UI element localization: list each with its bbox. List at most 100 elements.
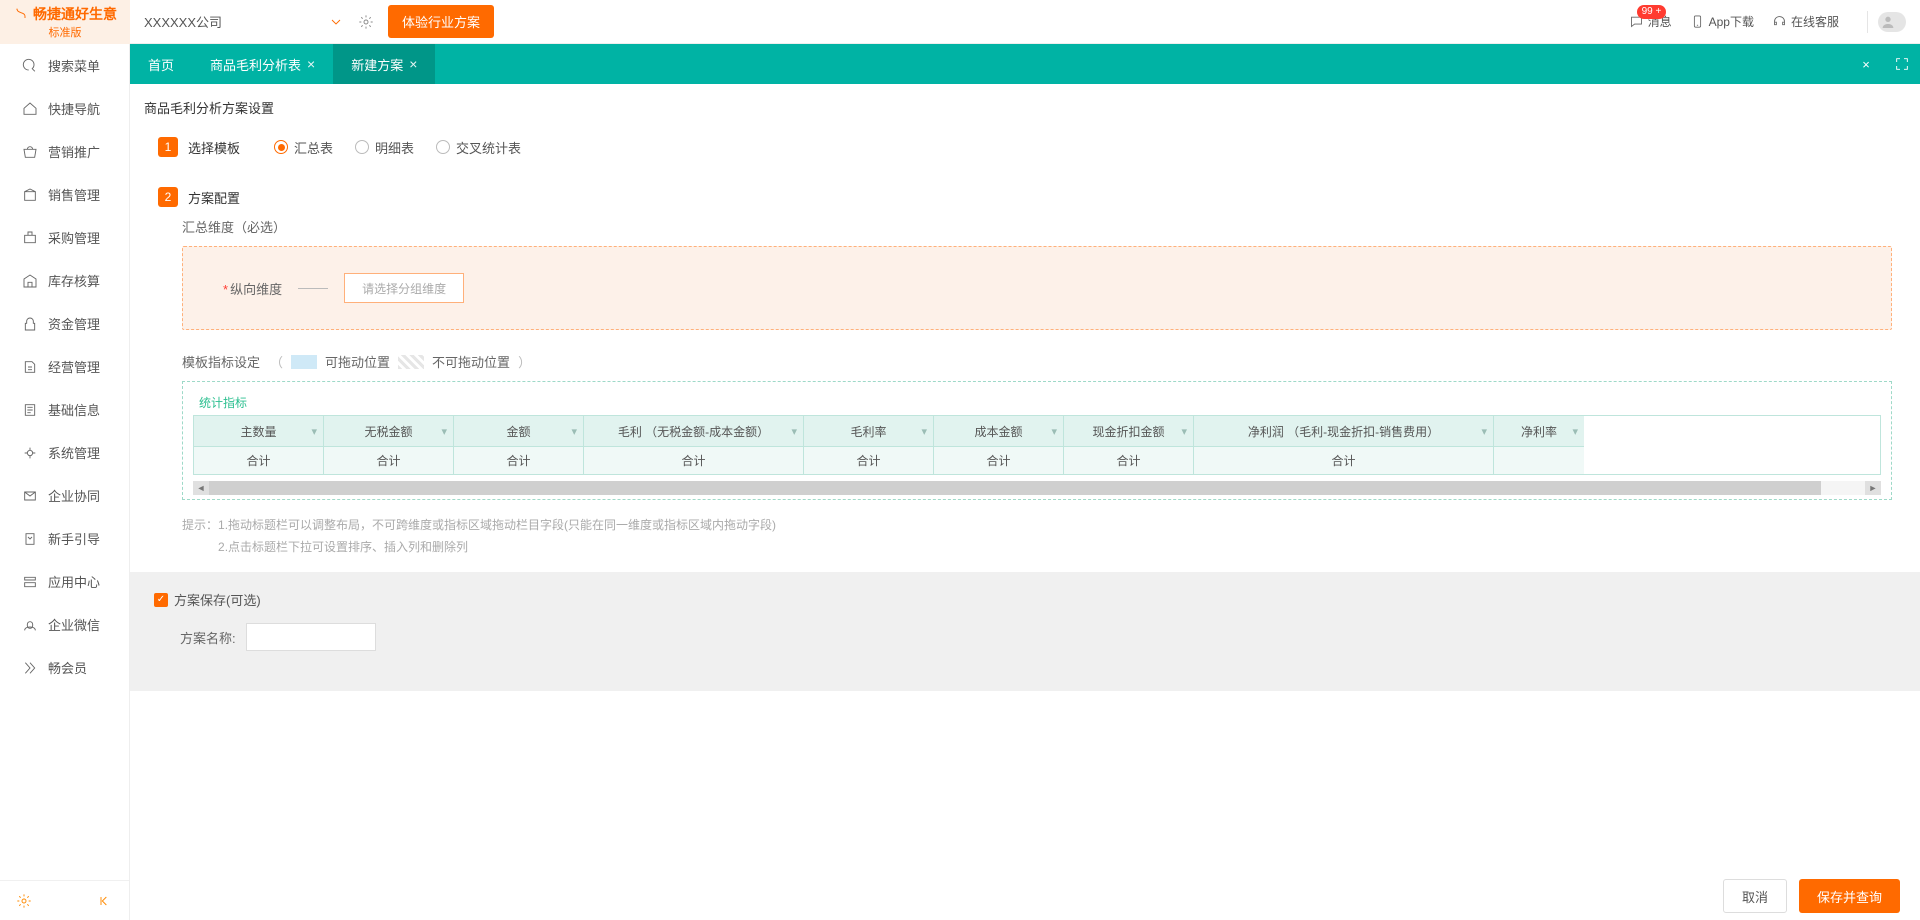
sidebar-item-label: 畅会员 (48, 658, 87, 677)
user-icon (1880, 14, 1896, 30)
sidebar-item-0[interactable]: 搜索菜单 (0, 44, 129, 87)
metric-footer-3: 合计 (584, 446, 804, 474)
template-radio-2[interactable]: 交叉统计表 (436, 138, 521, 157)
sidebar-item-7[interactable]: 经营管理 (0, 345, 129, 388)
tab-home[interactable]: 首页 (130, 44, 192, 84)
step1-number: 1 (158, 137, 178, 157)
brand-icon (13, 6, 29, 22)
settings-button[interactable] (352, 8, 380, 36)
close-icon[interactable]: × (307, 56, 315, 72)
page-body: 商品毛利分析方案设置 1 选择模板 汇总表明细表交叉统计表 2 方案配置 汇总维… (130, 84, 1920, 920)
topbar: 畅捷通好生意 标准版 XXXXXX公司 体验行业方案 99 + 消息 App下载… (0, 0, 1920, 44)
metric-footer-0: 合计 (194, 446, 324, 474)
save-plan-checkbox[interactable]: ✓ (154, 593, 168, 607)
sidebar-item-label: 系统管理 (48, 443, 100, 462)
horizontal-scrollbar[interactable]: ◄ ► (193, 481, 1881, 495)
template-radio-1[interactable]: 明细表 (355, 138, 414, 157)
sidebar-item-11[interactable]: 新手引导 (0, 517, 129, 560)
metric-header-2[interactable]: 金额▾ (454, 416, 584, 446)
metric-footer-5: 合计 (934, 446, 1064, 474)
page-title: 商品毛利分析方案设置 (130, 84, 1920, 131)
sidebar-item-label: 资金管理 (48, 314, 100, 333)
scroll-right-icon[interactable]: ► (1865, 481, 1881, 495)
vertical-dim-select[interactable]: 请选择分组维度 (344, 273, 464, 303)
sidebar-icon (22, 58, 38, 74)
sidebar-item-13[interactable]: 企业微信 (0, 603, 129, 646)
sidebar-item-2[interactable]: 营销推广 (0, 130, 129, 173)
metric-footer-1: 合计 (324, 446, 454, 474)
metric-panel: 统计指标 主数量▾无税金额▾金额▾毛利 （无税金额-成本金额）▾毛利率▾成本金额… (182, 381, 1892, 500)
metric-title: 统计指标 (193, 390, 1881, 415)
sidebar-item-4[interactable]: 采购管理 (0, 216, 129, 259)
metric-header-5[interactable]: 成本金额▾ (934, 416, 1064, 446)
metric-footer-6: 合计 (1064, 446, 1194, 474)
metric-header-6[interactable]: 现金折扣金额▾ (1064, 416, 1194, 446)
sidebar-item-14[interactable]: 畅会员 (0, 646, 129, 689)
fullscreen-button[interactable] (1884, 56, 1920, 72)
sidebar-item-label: 销售管理 (48, 185, 100, 204)
tab-new-plan[interactable]: 新建方案 × (333, 44, 435, 84)
sidebar-item-label: 快捷导航 (48, 99, 100, 118)
messages-link[interactable]: 99 + 消息 (1629, 13, 1672, 30)
metric-legend: 模板指标设定 （ 可拖动位置 不可拖动位置 ） (182, 352, 1892, 371)
sidebar-item-label: 营销推广 (48, 142, 100, 161)
plan-name-input[interactable] (246, 623, 376, 651)
brand-name: 畅捷通好生意 (33, 4, 117, 24)
metric-header-1[interactable]: 无税金额▾ (324, 416, 454, 446)
chevron-down-icon: ▾ (1572, 425, 1578, 438)
sidebar-item-5[interactable]: 库存核算 (0, 259, 129, 302)
chevron-down-icon: ▾ (921, 425, 927, 438)
sidebar-icon (22, 230, 38, 246)
scroll-thumb[interactable] (209, 481, 1821, 495)
brand-edition: 标准版 (49, 24, 82, 40)
sidebar-item-3[interactable]: 销售管理 (0, 173, 129, 216)
close-icon[interactable]: × (409, 56, 417, 72)
close-all-button[interactable]: × (1848, 57, 1884, 72)
company-name: XXXXXX公司 (144, 12, 222, 31)
online-service-link[interactable]: 在线客服 (1772, 13, 1839, 30)
sidebar-icon (22, 273, 38, 289)
radio-dot-icon (274, 140, 288, 154)
sidebar-item-1[interactable]: 快捷导航 (0, 87, 129, 130)
radio-dot-icon (436, 140, 450, 154)
metric-header-4[interactable]: 毛利率▾ (804, 416, 934, 446)
sidebar-item-10[interactable]: 企业协同 (0, 474, 129, 517)
sidebar-item-label: 经营管理 (48, 357, 100, 376)
try-plan-button[interactable]: 体验行业方案 (388, 5, 494, 38)
collapse-icon[interactable] (97, 893, 113, 909)
legend-draggable-swatch (291, 355, 317, 369)
main: 首页 商品毛利分析表 × 新建方案 × × 商品毛利分析方案设置 (130, 44, 1920, 920)
metric-header-3[interactable]: 毛利 （无税金额-成本金额）▾ (584, 416, 804, 446)
scroll-left-icon[interactable]: ◄ (193, 481, 209, 495)
metric-footer-8 (1494, 446, 1584, 474)
user-avatar[interactable] (1878, 12, 1906, 32)
metric-header-0[interactable]: 主数量▾ (194, 416, 324, 446)
step2-number: 2 (158, 187, 178, 207)
save-section: ✓ 方案保存(可选) 方案名称: (130, 572, 1920, 691)
metric-header-8[interactable]: 净利率▾ (1494, 416, 1584, 446)
chevron-down-icon: ▾ (791, 425, 797, 438)
metric-header-7[interactable]: 净利润 （毛利-现金折扣-销售费用）▾ (1194, 416, 1494, 446)
sidebar-item-6[interactable]: 资金管理 (0, 302, 129, 345)
chevron-down-icon: ▾ (1051, 425, 1057, 438)
chevron-down-icon: ▾ (1481, 425, 1487, 438)
template-radio-0[interactable]: 汇总表 (274, 138, 333, 157)
cancel-button[interactable]: 取消 (1723, 879, 1787, 913)
brand-block: 畅捷通好生意 标准版 (0, 0, 130, 44)
sidebar-icon (22, 488, 38, 504)
app-download-link[interactable]: App下载 (1690, 13, 1754, 30)
plan-name-label: 方案名称: (180, 628, 236, 647)
tab-gross-profit[interactable]: 商品毛利分析表 × (192, 44, 333, 84)
save-query-button[interactable]: 保存并查询 (1799, 879, 1900, 913)
sidebar-item-12[interactable]: 应用中心 (0, 560, 129, 603)
company-select[interactable]: XXXXXX公司 (144, 8, 344, 36)
vertical-dim-panel: *纵向维度 请选择分组维度 (182, 246, 1892, 330)
save-plan-label: 方案保存(可选) (174, 590, 261, 609)
sidebar-icon (22, 660, 38, 676)
sidebar-item-9[interactable]: 系统管理 (0, 431, 129, 474)
hints: 提示：1.拖动标题栏可以调整布局，不可跨维度或指标区域拖动栏目字段(只能在同一维… (182, 514, 1892, 558)
settings-icon[interactable] (16, 893, 32, 909)
sidebar-icon (22, 187, 38, 203)
fullscreen-icon (1894, 56, 1910, 72)
sidebar-item-8[interactable]: 基础信息 (0, 388, 129, 431)
